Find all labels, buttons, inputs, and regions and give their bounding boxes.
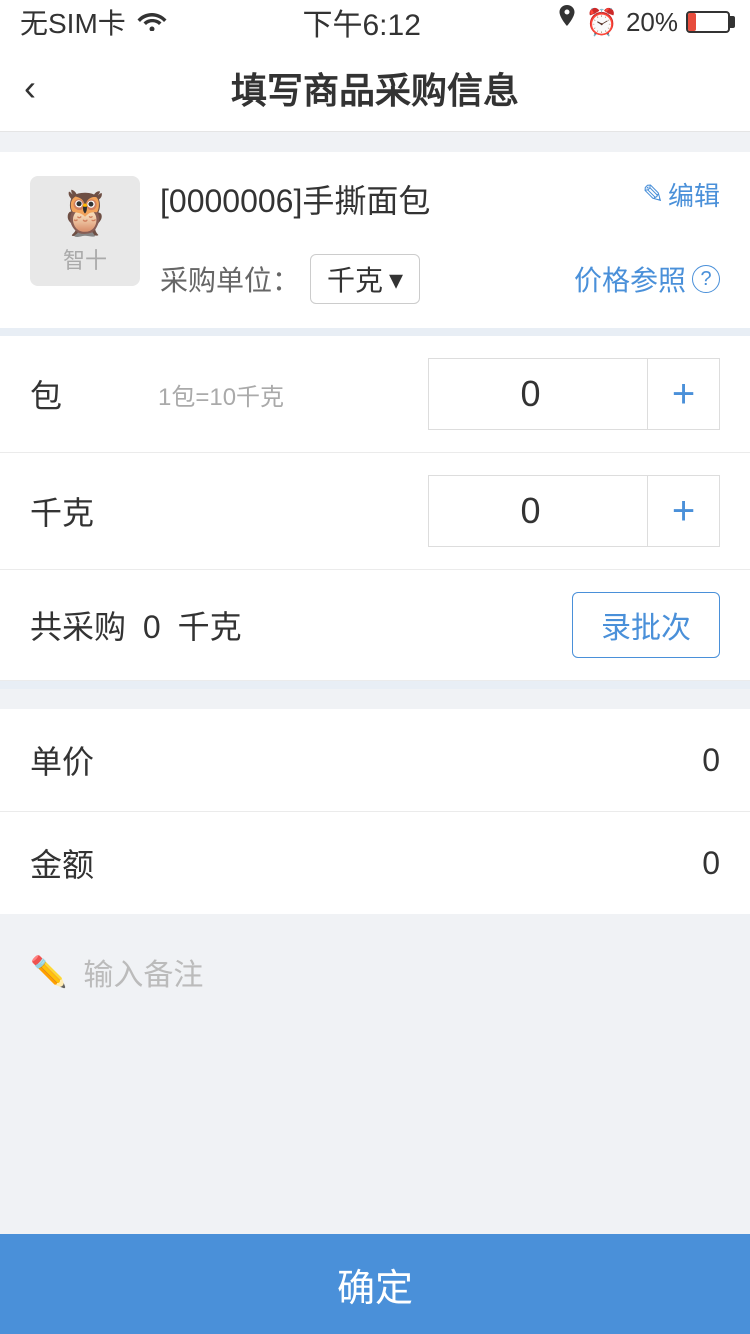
plus-icon: + [672, 372, 695, 417]
unit-price-value: 0 [702, 742, 720, 779]
plus-icon-2: + [672, 489, 695, 534]
status-bar: 无SIM卡 下午6:12 ⏰ 20% [0, 0, 750, 44]
unit-price-label: 单价 [30, 737, 94, 783]
summary-amount: 0 [143, 609, 161, 645]
kg-input-control: + [428, 475, 720, 547]
section-divider-mid [0, 681, 750, 689]
location-icon [556, 5, 578, 40]
carrier-text: 无SIM卡 [20, 2, 126, 42]
status-left: 无SIM卡 [20, 2, 168, 42]
bag-input-control: + [428, 358, 720, 430]
price-ref-button[interactable]: 价格参照 ? [574, 259, 720, 299]
note-section[interactable]: ✏️ 输入备注 [0, 922, 750, 1022]
kg-quantity-input[interactable] [428, 475, 648, 547]
chevron-down-icon: ▾ [389, 263, 403, 296]
battery-percent: 20% [626, 7, 678, 38]
summary-unit: 千克 [178, 609, 242, 645]
unit-value: 千克 [327, 259, 383, 299]
bag-hint: 1包=10千克 [158, 377, 428, 412]
kg-label: 千克 [30, 488, 150, 534]
purchase-unit-selector[interactable]: 采购单位： 千克 ▾ [160, 254, 420, 304]
amount-value: 0 [702, 845, 720, 882]
batch-record-button[interactable]: 录批次 [572, 592, 720, 658]
bag-label: 包 [30, 371, 150, 417]
quantity-input-section: 包 1包=10千克 + 千克 + [0, 336, 750, 569]
bag-quantity-input[interactable] [428, 358, 648, 430]
note-input[interactable]: 输入备注 [83, 950, 203, 994]
summary-text: 共采购 0 千克 [30, 602, 242, 648]
product-logo-icon: 🦉 [58, 187, 113, 239]
product-info: [0000006]手撕面包 ✎ 编辑 采购单位： 千克 ▾ 价格参照 ? [160, 176, 720, 304]
confirm-button-label: 确定 [337, 1257, 413, 1312]
status-right: ⏰ 20% [556, 5, 730, 40]
price-ref-group: 价格参照 ? [574, 259, 720, 299]
amount-row: 金额 0 [0, 812, 750, 914]
product-logo-text: 智十 [63, 243, 107, 275]
purchase-unit-label: 采购单位： [160, 259, 300, 299]
edit-label: 编辑 [668, 176, 720, 213]
back-button[interactable]: ‹ [24, 67, 36, 109]
section-divider-top [0, 328, 750, 336]
info-icon: ? [692, 265, 720, 293]
time-text: 下午6:12 [302, 0, 420, 44]
unit-select-dropdown[interactable]: 千克 ▾ [310, 254, 420, 304]
product-meta: 采购单位： 千克 ▾ 价格参照 ? [160, 254, 720, 304]
battery-icon [686, 11, 730, 33]
edit-icon: ✎ [642, 179, 664, 210]
summary-row: 共采购 0 千克 录批次 [0, 569, 750, 681]
product-thumbnail: 🦉 智十 [30, 176, 140, 286]
nav-bar: ‹ 填写商品采购信息 [0, 44, 750, 132]
summary-prefix: 共采购 [30, 609, 126, 645]
edit-button[interactable]: ✎ 编辑 [642, 176, 720, 213]
kg-increment-button[interactable]: + [648, 475, 720, 547]
bag-input-row: 包 1包=10千克 + [0, 336, 750, 453]
product-card: 🦉 智十 [0000006]手撕面包 ✎ 编辑 采购单位： 千克 ▾ 价格参照 [0, 152, 750, 328]
confirm-button[interactable]: 确定 [0, 1234, 750, 1334]
bag-increment-button[interactable]: + [648, 358, 720, 430]
wifi-icon [136, 6, 168, 38]
price-section: 单价 0 金额 0 [0, 709, 750, 914]
page-title: 填写商品采购信息 [231, 62, 519, 114]
price-ref-label: 价格参照 [574, 259, 686, 299]
amount-label: 金额 [30, 840, 94, 886]
unit-price-row: 单价 0 [0, 709, 750, 812]
pencil-icon: ✏️ [30, 955, 67, 990]
alarm-icon: ⏰ [586, 7, 618, 38]
kg-input-row: 千克 + [0, 453, 750, 569]
product-name: [0000006]手撕面包 [160, 176, 430, 222]
